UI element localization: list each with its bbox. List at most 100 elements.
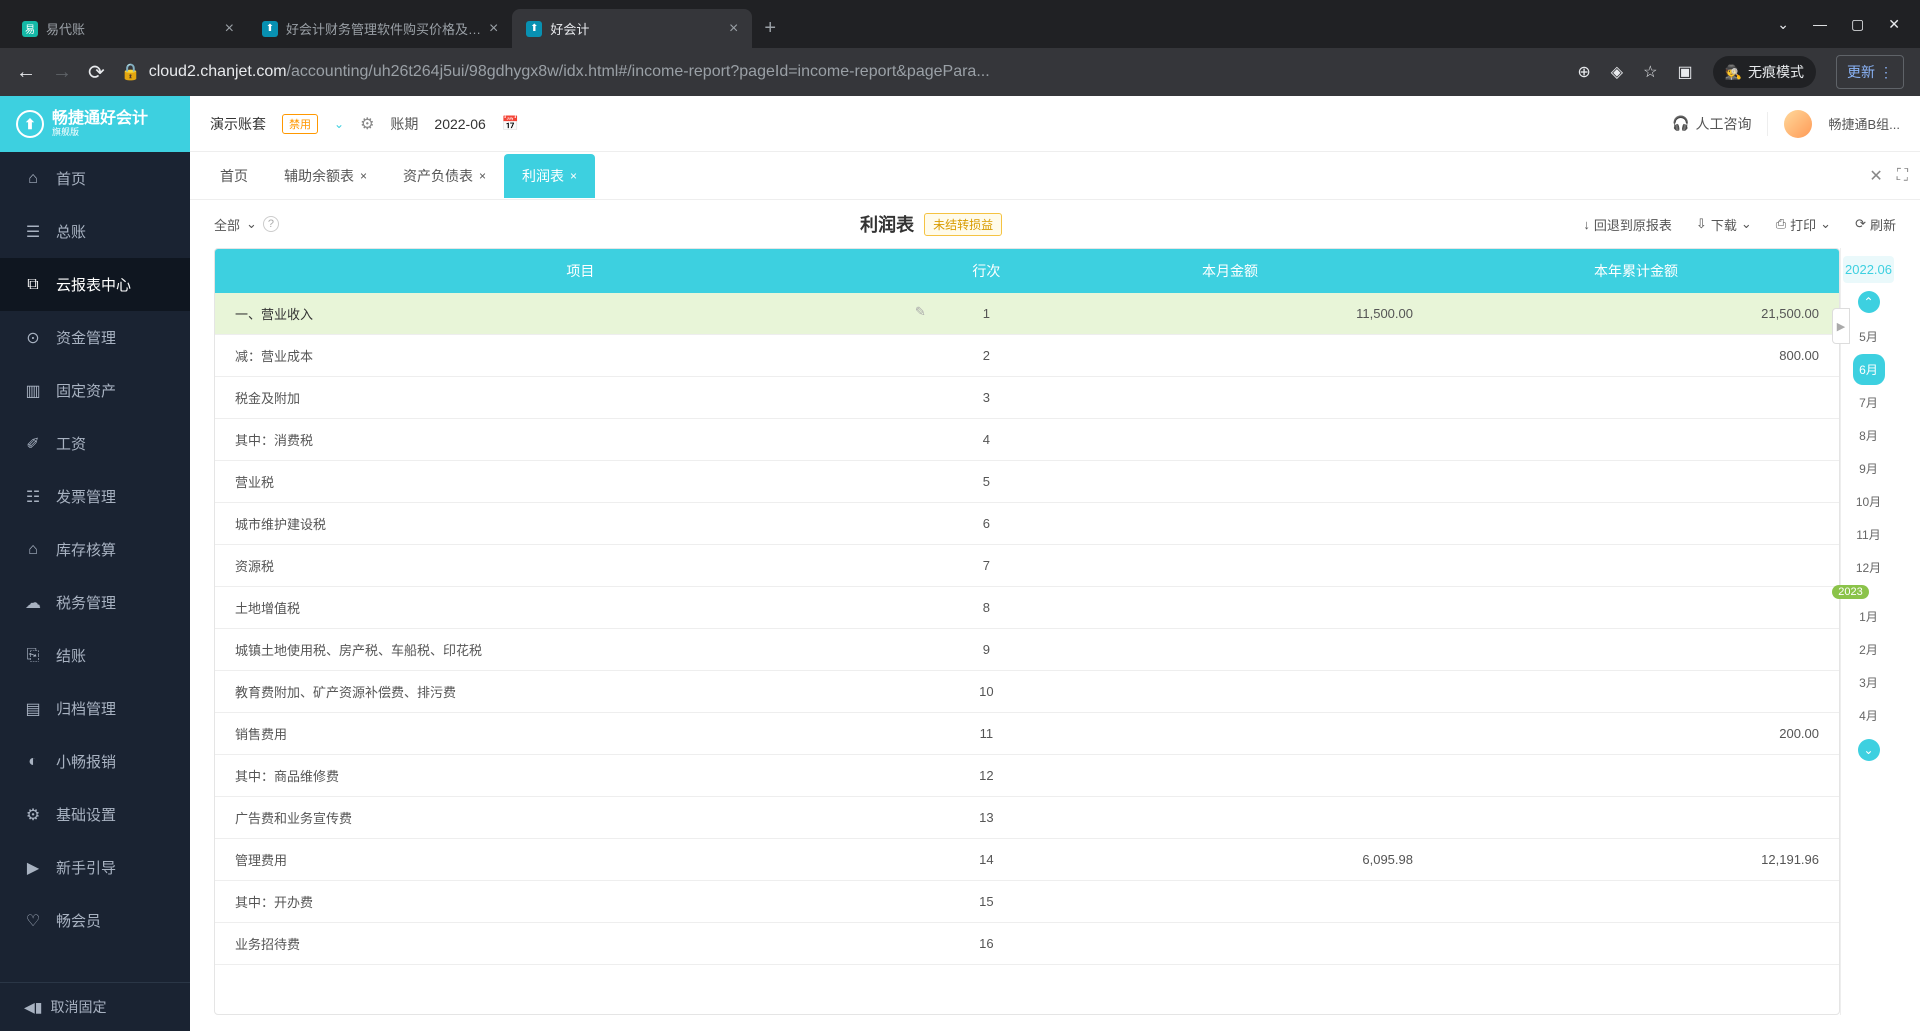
close-all-icon[interactable]: ✕ xyxy=(1869,166,1882,186)
sidebar-item[interactable]: ⌂库存核算 xyxy=(0,523,190,576)
sidebar-item[interactable]: ⌂首页 xyxy=(0,152,190,205)
edit-icon[interactable]: ✎ xyxy=(915,304,926,320)
reload-button[interactable]: ⟳ xyxy=(88,60,105,85)
address-bar[interactable]: 🔒 cloud2.chanjet.com/accounting/uh26t264… xyxy=(121,62,1562,82)
sidebar-item[interactable]: ♡畅会员 xyxy=(0,894,190,947)
browser-tab-active[interactable]: ⬆ 好会计 × xyxy=(512,9,752,48)
sidebar-item[interactable]: ▤归档管理 xyxy=(0,682,190,735)
sidebar-item[interactable]: ⧉云报表中心 xyxy=(0,258,190,311)
table-row[interactable]: 资源税 7 xyxy=(215,545,1839,587)
main-content: 演示账套 禁用 ⌄ ⚙ 账期 2022-06 📅 🎧 人工咨询 畅捷通B组...… xyxy=(190,96,1920,1031)
print-button[interactable]: ⎙ 打印 ⌄ xyxy=(1776,215,1831,234)
nav-icon: ▤ xyxy=(24,700,42,718)
caret-down-icon[interactable]: ⌄ xyxy=(1777,16,1789,33)
sidebar-item[interactable]: ☁税务管理 xyxy=(0,576,190,629)
app-logo[interactable]: ⬆ 畅捷通好会计 旗舰版 xyxy=(0,96,190,152)
content-tab[interactable]: 辅助余额表× xyxy=(266,154,385,198)
table-scroll[interactable]: 项目 行次 本月金额 本年累计金额 一、营业收入✎ 1 11,500.00 21… xyxy=(214,248,1840,1015)
reading-list-icon[interactable]: ▣ xyxy=(1677,62,1692,82)
account-selector[interactable]: 演示账套 xyxy=(210,114,266,134)
sidebar-item[interactable]: ⎘结账 xyxy=(0,629,190,682)
table-row[interactable]: 销售费用 11 200.00 xyxy=(215,713,1839,755)
table-row[interactable]: 税金及附加 3 xyxy=(215,377,1839,419)
table-row[interactable]: 营业税 5 xyxy=(215,461,1839,503)
close-window-icon[interactable]: ✕ xyxy=(1888,16,1900,33)
content-tab[interactable]: 利润表× xyxy=(504,154,595,198)
month-cell[interactable]: 9月 xyxy=(1841,453,1896,484)
close-icon[interactable]: × xyxy=(360,169,367,183)
refresh-button[interactable]: ⟳ 刷新 xyxy=(1855,215,1896,234)
browser-tab[interactable]: 易 易代账 × xyxy=(8,9,248,48)
close-icon[interactable]: × xyxy=(729,20,738,38)
nav-icon: ⎘ xyxy=(24,647,42,665)
close-icon[interactable]: × xyxy=(225,20,234,38)
cell-item: 土地增值税 xyxy=(215,587,946,629)
avatar[interactable] xyxy=(1784,110,1812,138)
gear-icon[interactable]: ⚙ xyxy=(360,114,374,134)
table-row[interactable]: 其中：开办费 15 xyxy=(215,881,1839,923)
sidebar-item[interactable]: ✐工资 xyxy=(0,417,190,470)
table-row[interactable]: 减：营业成本 2 800.00 xyxy=(215,335,1839,377)
cell-year xyxy=(1433,923,1839,965)
sidebar-item[interactable]: ☰总账 xyxy=(0,205,190,258)
cell-line: 3 xyxy=(946,377,1027,419)
bookmark-icon[interactable]: ☆ xyxy=(1643,62,1657,82)
content-tab[interactable]: 首页 xyxy=(202,154,266,198)
close-icon[interactable]: × xyxy=(570,169,577,183)
browser-tab[interactable]: ⬆ 好会计财务管理软件购买价格及… × xyxy=(248,9,512,48)
month-cell[interactable]: 7月 xyxy=(1841,387,1896,418)
month-cell[interactable]: 10月 xyxy=(1841,486,1896,517)
unpin-button[interactable]: ◀▮ 取消固定 xyxy=(0,982,190,1031)
minimize-icon[interactable]: — xyxy=(1813,16,1827,33)
month-cell[interactable]: 6月 xyxy=(1853,354,1885,385)
extensions-icon[interactable]: ◈ xyxy=(1611,62,1623,82)
support-label: 人工咨询 xyxy=(1695,114,1751,134)
month-cell[interactable]: 3月 xyxy=(1841,667,1896,698)
update-button[interactable]: 更新 ⋮ xyxy=(1836,55,1904,89)
filter-dropdown[interactable]: 全部 ⌄ ? xyxy=(214,215,279,234)
table-row[interactable]: 一、营业收入✎ 1 11,500.00 21,500.00 xyxy=(215,293,1839,335)
month-cell[interactable]: 11月 xyxy=(1841,519,1896,550)
incognito-badge[interactable]: 🕵 无痕模式 xyxy=(1713,56,1816,88)
table-row[interactable]: 城镇土地使用税、房产税、车船税、印花税 9 xyxy=(215,629,1839,671)
chevron-down-icon[interactable]: ⌄ xyxy=(334,117,344,131)
download-button[interactable]: ⇩ 下载 ⌄ xyxy=(1696,215,1752,234)
forward-button[interactable]: → xyxy=(52,61,72,84)
table-row[interactable]: 城市维护建设税 6 xyxy=(215,503,1839,545)
support-link[interactable]: 🎧 人工咨询 xyxy=(1672,114,1751,134)
cell-item: 营业税 xyxy=(215,461,946,503)
table-row[interactable]: 业务招待费 16 xyxy=(215,923,1839,965)
scroll-up-button[interactable]: ⌃ xyxy=(1858,291,1880,313)
table-row[interactable]: 其中：商品维修费 12 xyxy=(215,755,1839,797)
sidebar-item[interactable]: ⊙资金管理 xyxy=(0,311,190,364)
table-row[interactable]: 广告费和业务宣传费 13 xyxy=(215,797,1839,839)
collapse-handle[interactable]: ▶ xyxy=(1832,308,1850,344)
zoom-icon[interactable]: ⊕ xyxy=(1577,62,1590,82)
close-icon[interactable]: × xyxy=(489,20,498,38)
back-button[interactable]: ← xyxy=(16,61,36,84)
sidebar-item[interactable]: ▥固定资产 xyxy=(0,364,190,417)
nav-icon: ⊙ xyxy=(24,329,42,347)
table-row[interactable]: 土地增值税 8 xyxy=(215,587,1839,629)
content-tab[interactable]: 资产负债表× xyxy=(385,154,504,198)
sidebar-item[interactable]: ▶新手引导 xyxy=(0,841,190,894)
sidebar-item[interactable]: ◐小畅报销 xyxy=(0,735,190,788)
sidebar-item[interactable]: ⚙基础设置 xyxy=(0,788,190,841)
table-row[interactable]: 其中：消费税 4 xyxy=(215,419,1839,461)
fullscreen-icon[interactable]: ⛶ xyxy=(1897,167,1908,185)
sidebar-item[interactable]: ☷发票管理 xyxy=(0,470,190,523)
help-icon[interactable]: ? xyxy=(263,216,279,232)
calendar-icon[interactable]: 📅 xyxy=(502,115,519,132)
close-icon[interactable]: × xyxy=(479,169,486,183)
new-tab-button[interactable]: + xyxy=(752,9,788,48)
maximize-icon[interactable]: ▢ xyxy=(1851,16,1864,33)
month-cell[interactable]: 4月 xyxy=(1841,700,1896,731)
table-row[interactable]: 教育费附加、矿产资源补偿费、排污费 10 xyxy=(215,671,1839,713)
month-cell[interactable]: 8月 xyxy=(1841,420,1896,451)
month-cell[interactable]: 2月 xyxy=(1841,634,1896,665)
month-cell[interactable]: 12月 xyxy=(1841,552,1896,583)
revert-button[interactable]: ↓ 回退到原报表 xyxy=(1583,215,1672,234)
month-cell[interactable]: 1月 xyxy=(1841,601,1896,632)
table-row[interactable]: 管理费用 14 6,095.98 12,191.96 xyxy=(215,839,1839,881)
scroll-down-button[interactable]: ⌄ xyxy=(1858,739,1880,761)
